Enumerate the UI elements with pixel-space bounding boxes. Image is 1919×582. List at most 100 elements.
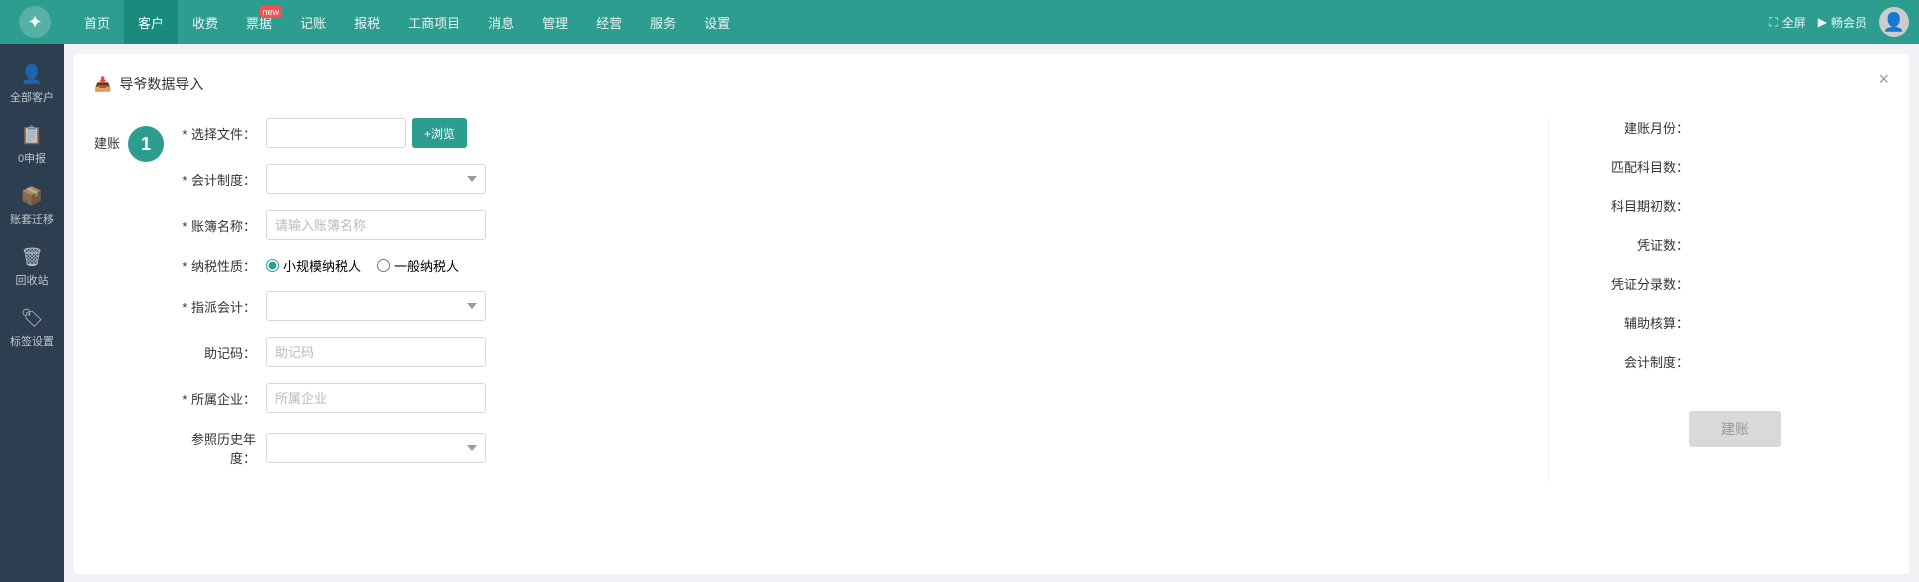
recycle-icon: 🗑 bbox=[21, 247, 44, 268]
sidebar-item-account-migration[interactable]: 📦 账套迁移 bbox=[0, 176, 64, 237]
period-initial-row: 科目期初数： bbox=[1609, 196, 1889, 215]
form-right: 建账月份： 匹配科目数： 科目期初数： 凭证数： 凭证分录数： bbox=[1569, 118, 1889, 483]
step-label: 建账 bbox=[94, 133, 120, 152]
nav-item-bills[interactable]: 票据 new bbox=[232, 0, 286, 44]
voucher-count-label: 凭证数： bbox=[1609, 235, 1699, 254]
ledger-name-label: * 账簿名称： bbox=[176, 216, 266, 235]
all-clients-icon: 👤 bbox=[21, 64, 43, 85]
tag-label: 标签设置 bbox=[10, 333, 54, 349]
file-select-row: * 选择文件： +浏览 bbox=[176, 118, 1528, 148]
tax-type-row: * 纳税性质： 小规模纳税人 一般纳税人 bbox=[176, 256, 1528, 275]
voucher-split-label: 凭证分录数： bbox=[1609, 274, 1699, 293]
tax-small-label: 小规模纳税人 bbox=[283, 256, 361, 275]
nav-item-tax[interactable]: 报税 bbox=[340, 0, 394, 44]
avatar-icon: 👤 bbox=[1883, 12, 1905, 33]
tax-general-label: 一般纳税人 bbox=[394, 256, 459, 275]
logo-area: ✦ bbox=[10, 6, 60, 38]
memo-code-row: 助记码： bbox=[176, 337, 1528, 367]
nav-items: 首页 客户 收费 票据 new 记账 报税 工商项目 消息 管理 经营 服务 设… bbox=[70, 0, 1769, 44]
tax-general-radio[interactable]: 一般纳税人 bbox=[377, 256, 459, 275]
build-account-button[interactable]: 建账 bbox=[1689, 411, 1781, 447]
history-year-label: 参照历史年度： bbox=[176, 429, 266, 467]
fullscreen-label: 全屏 bbox=[1782, 14, 1806, 31]
match-subjects-row: 匹配科目数： bbox=[1609, 157, 1889, 176]
history-year-row: 参照历史年度： bbox=[176, 429, 1528, 467]
nav-item-billing[interactable]: 收费 bbox=[178, 0, 232, 44]
accounting-system-select[interactable] bbox=[266, 164, 486, 194]
belongs-to-input[interactable] bbox=[266, 383, 486, 413]
main-content: 📥 导爷数据导入 × 建账 1 bbox=[64, 44, 1919, 582]
build-month-row: 建账月份： bbox=[1609, 118, 1889, 137]
file-label: * 选择文件： bbox=[176, 124, 266, 143]
sidebar-item-recycle[interactable]: 🗑 回收站 bbox=[0, 237, 64, 298]
member-icon: ▶ bbox=[1818, 15, 1827, 29]
assign-accountant-label: * 指派会计： bbox=[176, 297, 266, 316]
ledger-name-input[interactable] bbox=[266, 210, 486, 240]
panel: 📥 导爷数据导入 × 建账 1 bbox=[74, 54, 1909, 574]
memo-code-input[interactable] bbox=[266, 337, 486, 367]
history-year-select[interactable] bbox=[266, 433, 486, 463]
right-accounting-system-label: 会计制度： bbox=[1609, 352, 1699, 371]
nav-item-business-projects[interactable]: 工商项目 bbox=[394, 0, 474, 44]
form-divider bbox=[1548, 118, 1549, 483]
browse-button[interactable]: +浏览 bbox=[412, 118, 467, 148]
nav-item-management[interactable]: 管理 bbox=[528, 0, 582, 44]
file-input-wrap: +浏览 bbox=[266, 118, 467, 148]
fullscreen-btn[interactable]: ⛶ 全屏 bbox=[1769, 14, 1805, 31]
migration-icon: 📦 bbox=[21, 186, 43, 207]
step-section: 建账 1 * 选择文件： bbox=[94, 118, 1528, 483]
memo-code-label: 助记码： bbox=[176, 343, 266, 362]
panel-header-icon: 📥 bbox=[94, 76, 111, 93]
top-navigation: ✦ 首页 客户 收费 票据 new 记账 报税 工商项目 消息 管理 经营 服务… bbox=[0, 0, 1919, 44]
logo-icon: ✦ bbox=[27, 12, 42, 33]
aux-accounting-label: 辅助核算： bbox=[1609, 313, 1699, 332]
member-btn[interactable]: ▶ 畅会员 bbox=[1818, 14, 1867, 31]
panel-title: 导爷数据导入 bbox=[119, 74, 203, 94]
step-badge: 1 bbox=[128, 126, 164, 162]
tax-type-radio-group: 小规模纳税人 一般纳税人 bbox=[266, 256, 459, 275]
assign-accountant-select[interactable] bbox=[266, 291, 486, 321]
file-path-input[interactable] bbox=[266, 118, 406, 148]
nav-item-home[interactable]: 首页 bbox=[70, 0, 124, 44]
tag-icon: 🏷 bbox=[21, 308, 44, 329]
belongs-to-row: * 所属企业： bbox=[176, 383, 1528, 413]
nav-right: ⛶ 全屏 ▶ 畅会员 👤 bbox=[1769, 7, 1909, 37]
voucher-split-row: 凭证分录数： bbox=[1609, 274, 1889, 293]
build-btn-wrap: 建账 bbox=[1609, 391, 1889, 447]
nav-item-settings[interactable]: 设置 bbox=[690, 0, 744, 44]
nav-item-operations[interactable]: 经营 bbox=[582, 0, 636, 44]
tax-type-label: * 纳税性质： bbox=[176, 256, 266, 275]
accounting-system-row: * 会计制度： bbox=[176, 164, 1528, 194]
nav-item-bookkeeping[interactable]: 记账 bbox=[286, 0, 340, 44]
accounting-system-label: * 会计制度： bbox=[176, 170, 266, 189]
declaration-label: 0申报 bbox=[18, 150, 46, 166]
nav-item-services[interactable]: 服务 bbox=[636, 0, 690, 44]
nav-item-clients[interactable]: 客户 bbox=[124, 0, 178, 44]
layout: 👤 全部客户 📋 0申报 📦 账套迁移 🗑 回收站 🏷 标签设置 📥 导爷数据导… bbox=[0, 44, 1919, 582]
declaration-icon: 📋 bbox=[21, 125, 43, 146]
aux-accounting-row: 辅助核算： bbox=[1609, 313, 1889, 332]
sidebar-item-tag-settings[interactable]: 🏷 标签设置 bbox=[0, 298, 64, 359]
recycle-label: 回收站 bbox=[16, 272, 49, 288]
fullscreen-icon: ⛶ bbox=[1769, 15, 1777, 30]
voucher-count-row: 凭证数： bbox=[1609, 235, 1889, 254]
period-initial-label: 科目期初数： bbox=[1609, 196, 1699, 215]
right-accounting-system-row: 会计制度： bbox=[1609, 352, 1889, 371]
match-subjects-label: 匹配科目数： bbox=[1609, 157, 1699, 176]
user-avatar[interactable]: 👤 bbox=[1879, 7, 1909, 37]
panel-header: 📥 导爷数据导入 bbox=[94, 74, 1889, 94]
migration-label: 账套迁移 bbox=[10, 211, 54, 227]
nav-item-messages[interactable]: 消息 bbox=[474, 0, 528, 44]
new-badge: new bbox=[260, 6, 283, 18]
ledger-name-row: * 账簿名称： bbox=[176, 210, 1528, 240]
tax-small-radio[interactable]: 小规模纳税人 bbox=[266, 256, 361, 275]
member-label: 畅会员 bbox=[1831, 14, 1867, 31]
build-month-label: 建账月份： bbox=[1609, 118, 1699, 137]
step-number-column: 建账 1 bbox=[94, 118, 176, 180]
form-left: 建账 1 * 选择文件： bbox=[94, 118, 1528, 483]
close-button[interactable]: × bbox=[1878, 70, 1889, 88]
assign-accountant-row: * 指派会计： bbox=[176, 291, 1528, 321]
forms-column: * 选择文件： +浏览 * 会计制度： bbox=[176, 118, 1528, 483]
sidebar-item-all-clients[interactable]: 👤 全部客户 bbox=[0, 54, 64, 115]
sidebar-item-declaration[interactable]: 📋 0申报 bbox=[0, 115, 64, 176]
